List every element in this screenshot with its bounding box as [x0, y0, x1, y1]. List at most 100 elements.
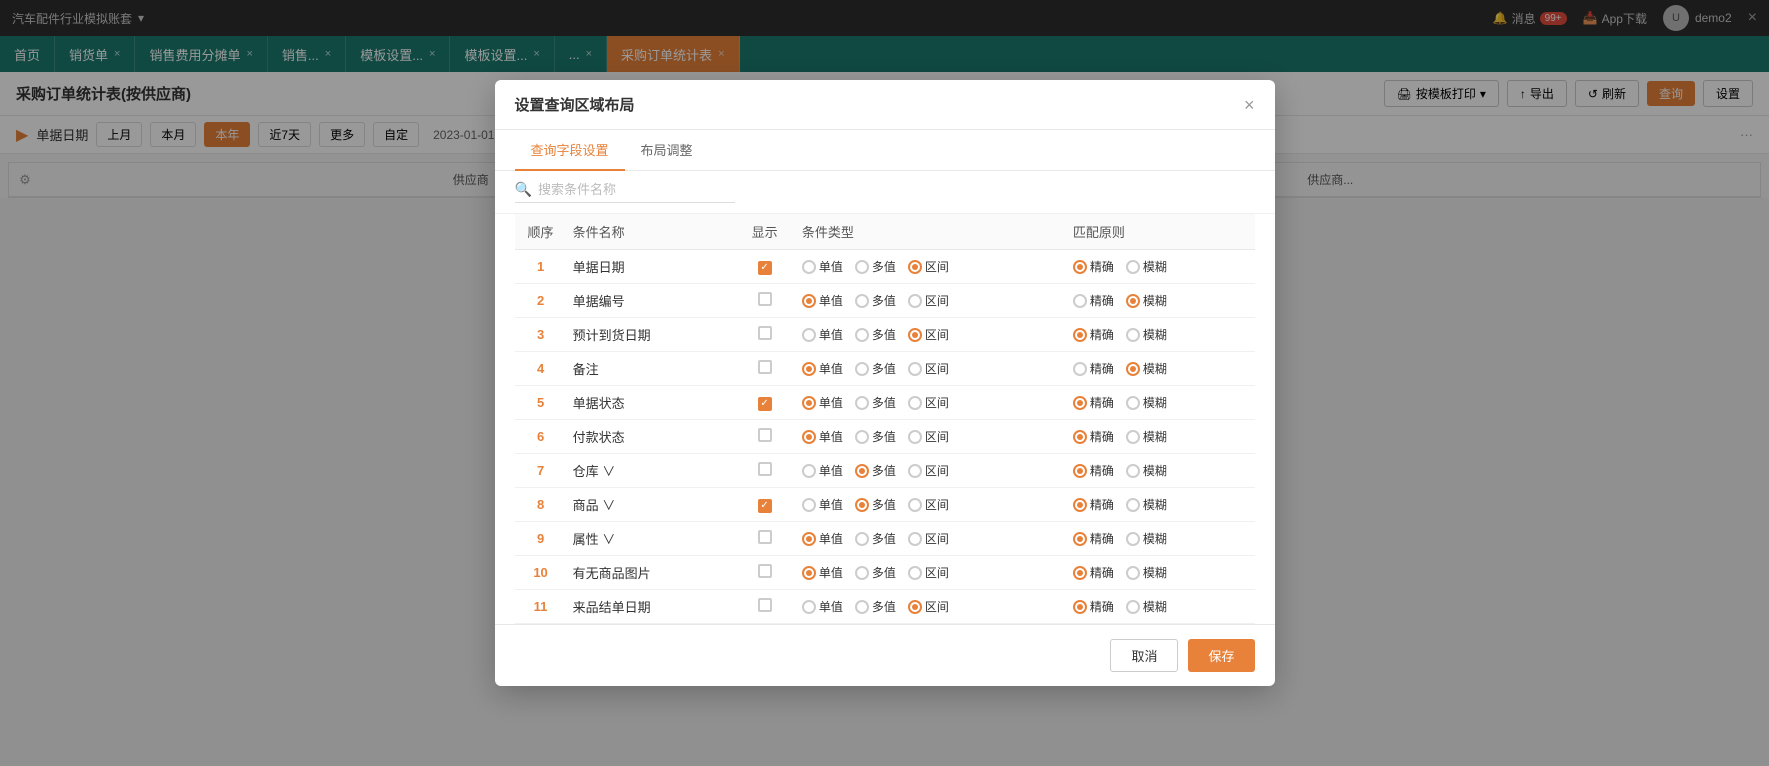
type-radio-单值[interactable]: 单值: [802, 462, 843, 479]
type-radio-单值[interactable]: 单值: [802, 428, 843, 445]
type-radio-区间[interactable]: 区间: [908, 326, 949, 343]
type-radio-多值[interactable]: 多值: [855, 462, 896, 479]
type-radio-单值[interactable]: 单值: [802, 326, 843, 343]
type-radio-区间[interactable]: 区间: [908, 530, 949, 547]
row-display[interactable]: ✓: [733, 488, 796, 522]
type-radio-区间[interactable]: 区间: [908, 360, 949, 377]
match-radio-模糊[interactable]: 模糊: [1126, 292, 1167, 309]
type-radio-多值[interactable]: 多值: [855, 598, 896, 615]
row-display[interactable]: [733, 352, 796, 386]
row-display[interactable]: [733, 420, 796, 454]
radio-circle: [908, 362, 922, 376]
radio-label: 多值: [872, 360, 896, 377]
match-radio-精确[interactable]: 精确: [1073, 292, 1114, 309]
row-display[interactable]: [733, 454, 796, 488]
type-radio-多值[interactable]: 多值: [855, 428, 896, 445]
display-checkbox[interactable]: ✓: [758, 397, 772, 411]
radio-circle: [855, 464, 869, 478]
type-radio-区间[interactable]: 区间: [908, 496, 949, 513]
row-display[interactable]: [733, 590, 796, 624]
modal-header: 设置查询区域布局 ×: [495, 80, 1275, 130]
type-radio-区间[interactable]: 区间: [908, 394, 949, 411]
row-order: 3: [515, 318, 567, 352]
match-radio-精确[interactable]: 精确: [1073, 462, 1114, 479]
row-order: 4: [515, 352, 567, 386]
type-radio-多值[interactable]: 多值: [855, 530, 896, 547]
display-checkbox[interactable]: [758, 326, 772, 340]
type-radio-多值[interactable]: 多值: [855, 394, 896, 411]
match-radio-精确[interactable]: 精确: [1073, 394, 1114, 411]
type-radio-多值[interactable]: 多值: [855, 326, 896, 343]
display-checkbox[interactable]: ✓: [758, 261, 772, 275]
type-radio-单值[interactable]: 单值: [802, 598, 843, 615]
row-display[interactable]: [733, 522, 796, 556]
table-row: 3预计到货日期单值多值区间精确模糊: [515, 318, 1255, 352]
display-checkbox[interactable]: [758, 530, 772, 544]
type-radio-区间[interactable]: 区间: [908, 258, 949, 275]
type-radio-单值[interactable]: 单值: [802, 564, 843, 581]
match-radio-模糊[interactable]: 模糊: [1126, 360, 1167, 377]
search-input[interactable]: [538, 182, 718, 197]
radio-label: 单值: [819, 496, 843, 513]
row-display[interactable]: [733, 556, 796, 590]
match-radio-精确[interactable]: 精确: [1073, 598, 1114, 615]
display-checkbox[interactable]: ✓: [758, 499, 772, 513]
row-name: 来品结单日期: [567, 590, 734, 624]
modal-tabs: 查询字段设置 布局调整: [495, 130, 1275, 171]
modal-close-button[interactable]: ×: [1244, 96, 1255, 114]
match-radio-模糊[interactable]: 模糊: [1126, 258, 1167, 275]
match-radio-模糊[interactable]: 模糊: [1126, 326, 1167, 343]
cancel-button[interactable]: 取消: [1110, 639, 1178, 672]
match-radio-模糊[interactable]: 模糊: [1126, 530, 1167, 547]
display-checkbox[interactable]: [758, 462, 772, 476]
type-radio-单值[interactable]: 单值: [802, 292, 843, 309]
display-checkbox[interactable]: [758, 598, 772, 612]
match-radio-精确[interactable]: 精确: [1073, 496, 1114, 513]
type-radio-多值[interactable]: 多值: [855, 564, 896, 581]
type-radio-多值[interactable]: 多值: [855, 292, 896, 309]
modal-tab-layout[interactable]: 布局调整: [625, 130, 709, 171]
match-radio-模糊[interactable]: 模糊: [1126, 394, 1167, 411]
type-radio-区间[interactable]: 区间: [908, 564, 949, 581]
match-radio-模糊[interactable]: 模糊: [1126, 598, 1167, 615]
type-radio-区间[interactable]: 区间: [908, 462, 949, 479]
type-radio-单值[interactable]: 单值: [802, 360, 843, 377]
type-radio-单值[interactable]: 单值: [802, 496, 843, 513]
match-radio-模糊[interactable]: 模糊: [1126, 428, 1167, 445]
row-display[interactable]: [733, 284, 796, 318]
type-radio-区间[interactable]: 区间: [908, 428, 949, 445]
modal-tab-query[interactable]: 查询字段设置: [515, 130, 625, 171]
type-radio-多值[interactable]: 多值: [855, 360, 896, 377]
match-radio-circle: [1073, 260, 1087, 274]
radio-circle: [855, 362, 869, 376]
table-row: 1单据日期✓单值多值区间精确模糊: [515, 250, 1255, 284]
match-radio-精确[interactable]: 精确: [1073, 326, 1114, 343]
type-radio-单值[interactable]: 单值: [802, 258, 843, 275]
radio-circle: [908, 600, 922, 614]
row-display[interactable]: [733, 318, 796, 352]
display-checkbox[interactable]: [758, 292, 772, 306]
type-radio-多值[interactable]: 多值: [855, 496, 896, 513]
table-row: 11来品结单日期单值多值区间精确模糊: [515, 590, 1255, 624]
row-match: 精确模糊: [1067, 454, 1255, 488]
display-checkbox[interactable]: [758, 564, 772, 578]
save-button[interactable]: 保存: [1188, 639, 1254, 672]
match-radio-模糊[interactable]: 模糊: [1126, 496, 1167, 513]
match-radio-精确[interactable]: 精确: [1073, 428, 1114, 445]
type-radio-区间[interactable]: 区间: [908, 598, 949, 615]
match-radio-精确[interactable]: 精确: [1073, 564, 1114, 581]
radio-label: 单值: [819, 360, 843, 377]
match-radio-精确[interactable]: 精确: [1073, 258, 1114, 275]
match-radio-精确[interactable]: 精确: [1073, 360, 1114, 377]
display-checkbox[interactable]: [758, 360, 772, 374]
type-radio-区间[interactable]: 区间: [908, 292, 949, 309]
row-display[interactable]: ✓: [733, 386, 796, 420]
display-checkbox[interactable]: [758, 428, 772, 442]
type-radio-单值[interactable]: 单值: [802, 394, 843, 411]
type-radio-单值[interactable]: 单值: [802, 530, 843, 547]
row-display[interactable]: ✓: [733, 250, 796, 284]
match-radio-模糊[interactable]: 模糊: [1126, 462, 1167, 479]
type-radio-多值[interactable]: 多值: [855, 258, 896, 275]
match-radio-模糊[interactable]: 模糊: [1126, 564, 1167, 581]
match-radio-精确[interactable]: 精确: [1073, 530, 1114, 547]
